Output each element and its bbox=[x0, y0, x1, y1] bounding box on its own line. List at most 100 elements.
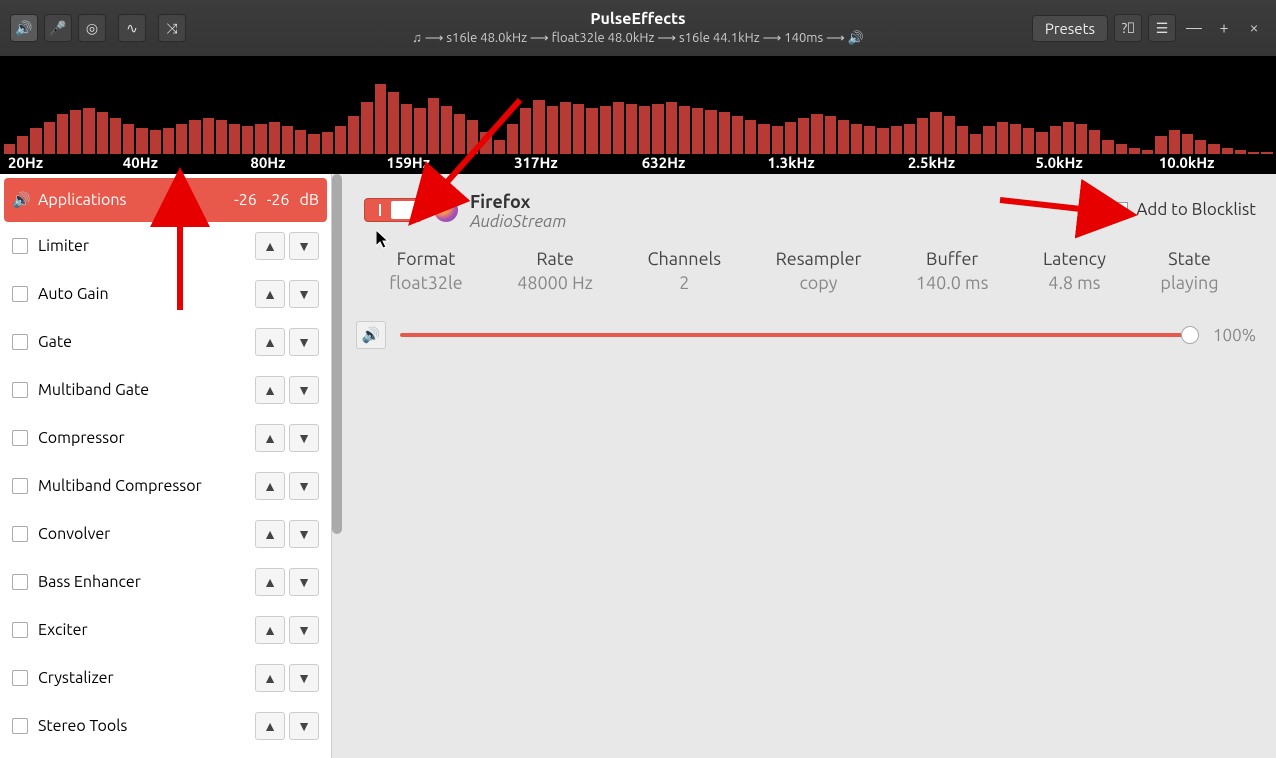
input-tab-icon[interactable]: 🎤 bbox=[44, 14, 72, 42]
app-enable-toggle[interactable] bbox=[364, 198, 422, 222]
move-up-button[interactable]: ▲ bbox=[255, 376, 285, 404]
move-up-button[interactable]: ▲ bbox=[255, 664, 285, 692]
sidebar-item-crystalizer[interactable]: Crystalizer▲▼ bbox=[4, 654, 327, 702]
app-stream: AudioStream bbox=[470, 212, 566, 231]
effect-label: Convolver bbox=[38, 525, 255, 543]
stat-format: Format float32le bbox=[389, 249, 462, 293]
app-stats: Format float32le Rate 48000 Hz Channels … bbox=[352, 249, 1256, 293]
move-down-button[interactable]: ▼ bbox=[289, 472, 319, 500]
effect-checkbox[interactable] bbox=[12, 478, 28, 494]
sidebar-item-reverberation[interactable]: Reverberation▲▼ bbox=[4, 750, 327, 758]
effect-label: Stereo Tools bbox=[38, 717, 255, 735]
effect-checkbox[interactable] bbox=[12, 334, 28, 350]
stat-rate: Rate 48000 Hz bbox=[517, 249, 593, 293]
sidebar-item-limiter[interactable]: Limiter▲▼ bbox=[4, 222, 327, 270]
presets-button[interactable]: Presets bbox=[1032, 15, 1108, 42]
sidebar-item-auto-gain[interactable]: Auto Gain▲▼ bbox=[4, 270, 327, 318]
move-up-button[interactable]: ▲ bbox=[255, 520, 285, 548]
volume-thumb[interactable] bbox=[1181, 326, 1199, 344]
move-up-button[interactable]: ▲ bbox=[255, 616, 285, 644]
db-readout: -26 -26 dB bbox=[234, 191, 319, 209]
app-name: Firefox bbox=[470, 192, 566, 212]
effect-checkbox[interactable] bbox=[12, 622, 28, 638]
mute-button[interactable]: 🔊 bbox=[356, 321, 386, 349]
effect-checkbox[interactable] bbox=[12, 574, 28, 590]
move-down-button[interactable]: ▼ bbox=[289, 664, 319, 692]
spectrum-toggle-icon[interactable]: ◎ bbox=[78, 14, 106, 42]
scrollbar[interactable] bbox=[332, 174, 342, 534]
titlebar-left-buttons: 🔊 🎤 ◎ ∿ ⤨ bbox=[10, 14, 186, 42]
app-row: Firefox AudioStream Add to Blocklist bbox=[352, 192, 1256, 231]
stat-buffer: Buffer 140.0 ms bbox=[916, 249, 989, 293]
stat-state: State playing bbox=[1160, 249, 1218, 293]
sidebar-item-multiband-compressor[interactable]: Multiband Compressor▲▼ bbox=[4, 462, 327, 510]
move-up-button[interactable]: ▲ bbox=[255, 328, 285, 356]
volume-slider[interactable] bbox=[400, 333, 1199, 337]
sidebar-item-gate[interactable]: Gate▲▼ bbox=[4, 318, 327, 366]
firefox-icon bbox=[434, 198, 458, 222]
volume-row: 🔊 100% bbox=[352, 321, 1256, 349]
move-up-button[interactable]: ▲ bbox=[255, 424, 285, 452]
move-up-button[interactable]: ▲ bbox=[255, 568, 285, 596]
effect-checkbox[interactable] bbox=[12, 382, 28, 398]
help-icon[interactable]: ?⃞ bbox=[1114, 14, 1142, 42]
titlebar-right: Presets ?⃞ ☰ — + × bbox=[1032, 14, 1266, 42]
effect-label: Exciter bbox=[38, 621, 255, 639]
sidebar-label: Applications bbox=[38, 191, 234, 209]
sidebar-item-bass-enhancer[interactable]: Bass Enhancer▲▼ bbox=[4, 558, 327, 606]
effect-label: Crystalizer bbox=[38, 669, 255, 687]
move-down-button[interactable]: ▼ bbox=[289, 616, 319, 644]
effect-checkbox[interactable] bbox=[12, 286, 28, 302]
content-pane: Firefox AudioStream Add to Blocklist For… bbox=[332, 174, 1276, 758]
effect-checkbox[interactable] bbox=[12, 718, 28, 734]
effect-checkbox[interactable] bbox=[12, 670, 28, 686]
sidebar-item-exciter[interactable]: Exciter▲▼ bbox=[4, 606, 327, 654]
move-up-button[interactable]: ▲ bbox=[255, 232, 285, 260]
volume-percent: 100% bbox=[1213, 326, 1256, 345]
effect-label: Bass Enhancer bbox=[38, 573, 255, 591]
effects-sidebar[interactable]: 🔊 Applications -26 -26 dB Limiter▲▼Auto … bbox=[0, 174, 332, 758]
effect-label: Auto Gain bbox=[38, 285, 255, 303]
spectrum-analyzer: 20Hz40Hz80Hz159Hz317Hz632Hz1.3kHz2.5kHz5… bbox=[0, 56, 1276, 174]
effect-label: Multiband Gate bbox=[38, 381, 255, 399]
effect-label: Compressor bbox=[38, 429, 255, 447]
output-tab-icon[interactable]: 🔊 bbox=[10, 14, 38, 42]
blocklist-checkbox[interactable] bbox=[1112, 202, 1128, 218]
maximize-button[interactable]: + bbox=[1212, 16, 1236, 40]
titlebar: 🔊 🎤 ◎ ∿ ⤨ PulseEffects ♫ ⟶ s16le 48.0kHz… bbox=[0, 0, 1276, 56]
menu-icon[interactable]: ☰ bbox=[1148, 14, 1176, 42]
sidebar-item-compressor[interactable]: Compressor▲▼ bbox=[4, 414, 327, 462]
move-up-button[interactable]: ▲ bbox=[255, 472, 285, 500]
close-button[interactable]: × bbox=[1242, 16, 1266, 40]
blocklist-label: Add to Blocklist bbox=[1136, 200, 1256, 219]
move-down-button[interactable]: ▼ bbox=[289, 328, 319, 356]
move-down-button[interactable]: ▼ bbox=[289, 232, 319, 260]
sidebar-item-stereo-tools[interactable]: Stereo Tools▲▼ bbox=[4, 702, 327, 750]
sidebar-item-convolver[interactable]: Convolver▲▼ bbox=[4, 510, 327, 558]
speaker-icon: 🔊 bbox=[12, 191, 30, 209]
stat-latency: Latency 4.8 ms bbox=[1043, 249, 1106, 293]
blocklist-row[interactable]: Add to Blocklist bbox=[1112, 200, 1256, 219]
sidebar-item-multiband-gate[interactable]: Multiband Gate▲▼ bbox=[4, 366, 327, 414]
move-down-button[interactable]: ▼ bbox=[289, 568, 319, 596]
shuffle-icon[interactable]: ⤨ bbox=[158, 14, 186, 42]
effect-checkbox[interactable] bbox=[12, 238, 28, 254]
move-down-button[interactable]: ▼ bbox=[289, 424, 319, 452]
sidebar-item-applications[interactable]: 🔊 Applications -26 -26 dB bbox=[4, 178, 327, 222]
main-area: 🔊 Applications -26 -26 dB Limiter▲▼Auto … bbox=[0, 174, 1276, 758]
stat-channels: Channels 2 bbox=[647, 249, 721, 293]
move-down-button[interactable]: ▼ bbox=[289, 712, 319, 740]
app-info: Firefox AudioStream bbox=[470, 192, 566, 231]
wave-icon[interactable]: ∿ bbox=[118, 14, 146, 42]
move-up-button[interactable]: ▲ bbox=[255, 712, 285, 740]
move-down-button[interactable]: ▼ bbox=[289, 280, 319, 308]
stat-resampler: Resampler copy bbox=[776, 249, 862, 293]
effect-checkbox[interactable] bbox=[12, 526, 28, 542]
effect-checkbox[interactable] bbox=[12, 430, 28, 446]
move-down-button[interactable]: ▼ bbox=[289, 520, 319, 548]
move-up-button[interactable]: ▲ bbox=[255, 280, 285, 308]
minimize-button[interactable]: — bbox=[1182, 16, 1206, 40]
move-down-button[interactable]: ▼ bbox=[289, 376, 319, 404]
effect-label: Multiband Compressor bbox=[38, 477, 255, 495]
effect-label: Limiter bbox=[38, 237, 255, 255]
